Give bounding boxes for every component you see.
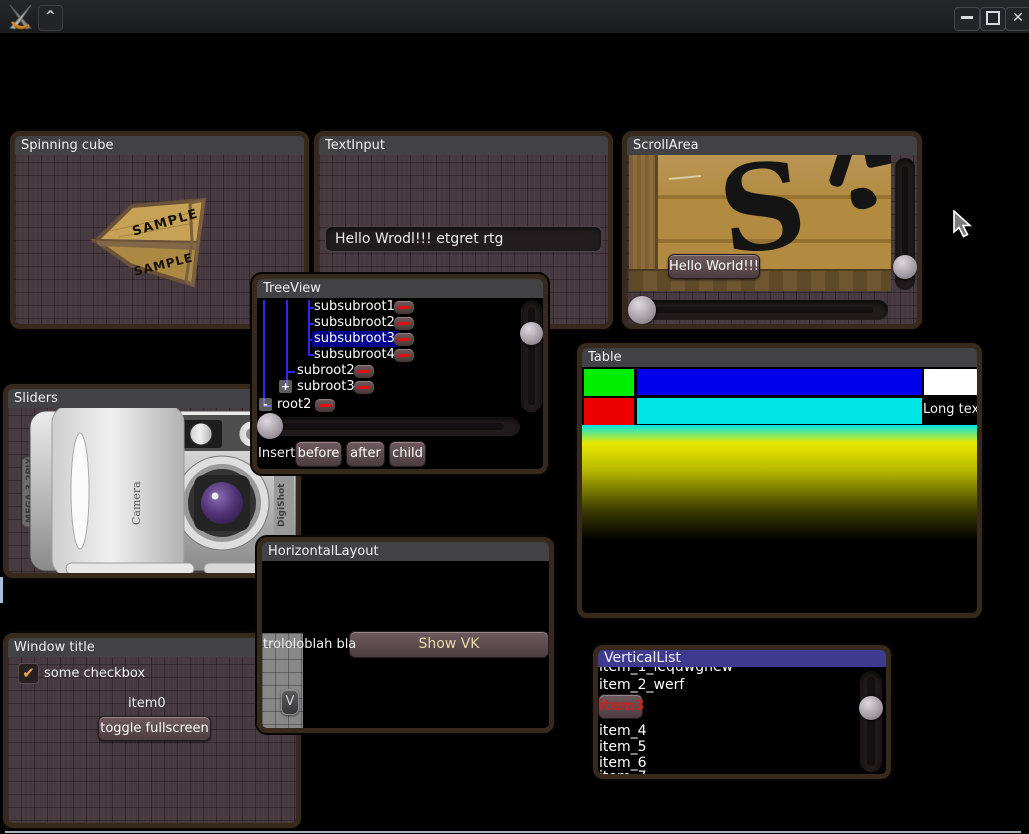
- table-cell-green[interactable]: [584, 369, 634, 396]
- show-vk-button[interactable]: Show VK: [349, 631, 549, 658]
- table-title[interactable]: Table: [582, 348, 977, 367]
- remove-node-button[interactable]: [354, 365, 374, 378]
- remove-node-button[interactable]: [354, 381, 374, 394]
- vertical-list-title[interactable]: VerticalList: [598, 650, 886, 667]
- table-cell-white[interactable]: [924, 369, 977, 395]
- spinning-cube-title[interactable]: Spinning cube: [15, 136, 304, 155]
- tree-line-depth2: [286, 300, 288, 388]
- insert-after-button[interactable]: after: [346, 441, 385, 467]
- list-item[interactable]: item_4: [599, 723, 647, 739]
- maximize-button[interactable]: [980, 7, 1006, 31]
- spinning-cube-view: SAMPLE SAMPLE: [90, 197, 207, 288]
- vertical-scrollbar-thumb[interactable]: [893, 255, 917, 279]
- insert-label: Insert:: [258, 446, 300, 461]
- panel-horizontal-layout: HorizontalLayout trololoblah bla Show VK…: [257, 537, 554, 733]
- table-cell-red[interactable]: [584, 398, 634, 425]
- remove-node-button[interactable]: [394, 333, 414, 346]
- collapse-icon[interactable]: -: [259, 398, 272, 411]
- desktop: { "window": { "caret_glyph": "^", "close…: [0, 0, 1029, 834]
- table-cell-cyan[interactable]: [637, 398, 922, 424]
- tree-slider-thumb[interactable]: [257, 413, 283, 439]
- remove-node-button[interactable]: [394, 301, 414, 314]
- insert-child-button[interactable]: child: [389, 441, 426, 467]
- tree-tick: [286, 371, 295, 373]
- tree-node[interactable]: root2: [277, 397, 311, 413]
- tree-line-depth1: [263, 300, 265, 405]
- panel-scrollarea: ScrollArea S Hello World!!!: [622, 131, 922, 329]
- table-long-text[interactable]: Long text: [923, 402, 977, 417]
- table-cell-blue[interactable]: [637, 369, 922, 395]
- tree-node[interactable]: subsubroot1: [314, 299, 395, 315]
- insert-before-button[interactable]: before: [295, 441, 342, 467]
- maximize-icon: [986, 11, 1000, 25]
- treeview-title[interactable]: TreeView: [257, 279, 543, 298]
- list-item[interactable]: item_7: [599, 769, 647, 774]
- window-title-title[interactable]: Window title: [8, 638, 296, 657]
- remove-node-button[interactable]: [394, 317, 414, 330]
- window-bottom-edge: [5, 831, 1021, 833]
- horizontal-scrollbar[interactable]: [630, 300, 888, 320]
- list-vertical-scrollbar[interactable]: [860, 671, 882, 772]
- some-checkbox[interactable]: ✔: [18, 663, 39, 684]
- edge-slider-sliver: [0, 577, 3, 603]
- panel-table: Table Long text: [577, 343, 982, 618]
- list-item[interactable]: item_2_werf: [599, 677, 684, 693]
- checkbox-label[interactable]: some checkbox: [44, 666, 145, 681]
- tree-vertical-scrollbar[interactable]: [521, 300, 542, 412]
- panel-collapse-button[interactable]: ^: [38, 5, 63, 31]
- hello-world-button[interactable]: Hello World!!!: [668, 254, 760, 279]
- tree-node[interactable]: subroot2: [297, 363, 355, 379]
- panel-vertical-list: VerticalList item_1_lequwgnew item_2_wer…: [593, 645, 891, 779]
- horizontal-scrollbar-thumb[interactable]: [628, 296, 656, 324]
- mouse-cursor: [953, 210, 973, 238]
- tree-slider-track[interactable]: [258, 417, 520, 436]
- close-button[interactable]: ✕: [1005, 7, 1029, 31]
- app-logo-icon[interactable]: [6, 2, 35, 31]
- tree-scrollbar-thumb[interactable]: [520, 322, 543, 345]
- horizontal-layout-title[interactable]: HorizontalLayout: [262, 542, 549, 561]
- minimize-icon: [961, 16, 973, 19]
- text-input-field[interactable]: Hello Wrodl!!! etgret rtg: [325, 226, 602, 252]
- panel-treeview: TreeView subsubroot1 subsubroot2 subsubr…: [252, 274, 548, 474]
- remove-node-button[interactable]: [394, 349, 414, 362]
- tree-node-selected[interactable]: subsubroot3: [312, 331, 397, 347]
- trololo-label: trololoblah bla: [263, 637, 357, 652]
- tree-node[interactable]: subroot3: [297, 379, 355, 395]
- tree-node[interactable]: subsubroot2: [314, 315, 395, 331]
- table-gradient-cell[interactable]: [582, 425, 977, 550]
- item0-label: item0: [128, 696, 166, 711]
- tree-node[interactable]: subsubroot4: [314, 347, 395, 363]
- textinput-title[interactable]: TextInput: [319, 136, 608, 155]
- toggle-fullscreen-button[interactable]: toggle fullscreen: [98, 716, 211, 741]
- list-item-selected[interactable]: item3: [598, 694, 644, 719]
- check-icon: ✔: [22, 664, 35, 682]
- v-key-button[interactable]: V: [281, 689, 299, 715]
- expand-icon[interactable]: +: [279, 380, 292, 393]
- list-item[interactable]: item_5: [599, 739, 647, 755]
- camera-digishot-text: DigiShot: [277, 483, 287, 527]
- list-scrollbar-thumb[interactable]: [859, 696, 883, 720]
- minimize-button[interactable]: [954, 7, 980, 31]
- window-titlebar[interactable]: ^ ✕: [0, 0, 1029, 35]
- camera-brand-text: Camera: [130, 481, 143, 525]
- remove-node-button[interactable]: [315, 399, 335, 412]
- scrollarea-title[interactable]: ScrollArea: [627, 136, 917, 155]
